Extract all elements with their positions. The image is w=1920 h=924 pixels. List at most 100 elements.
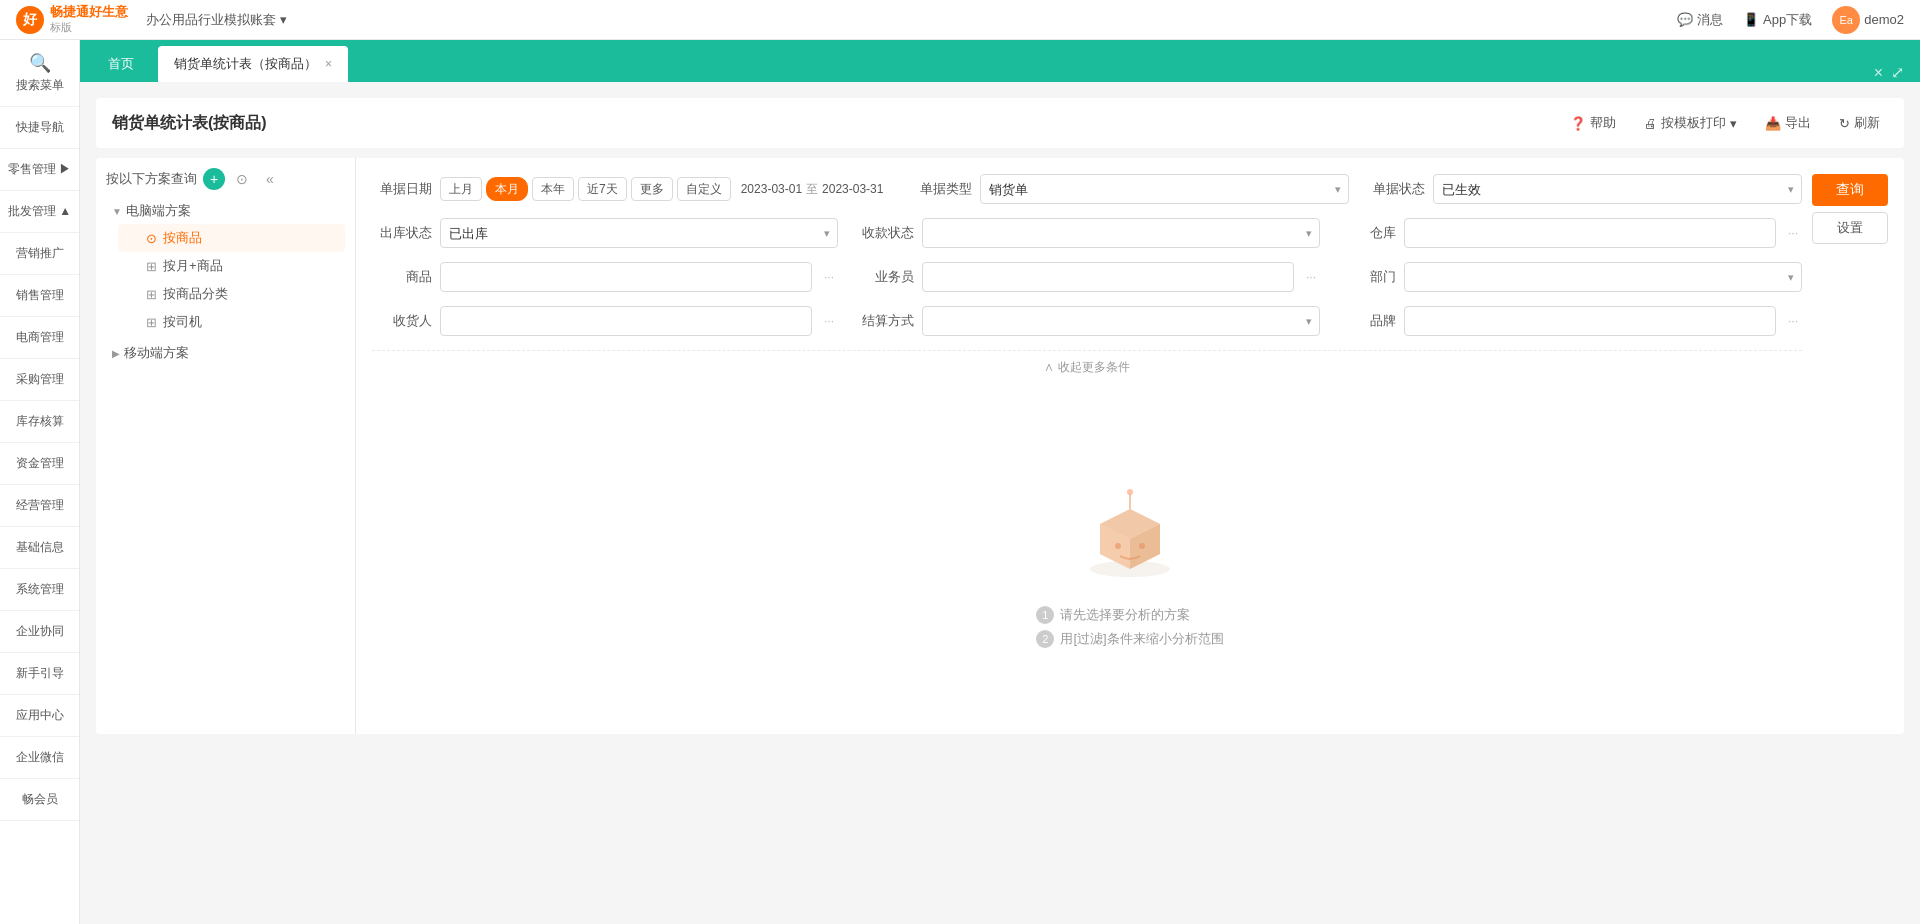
print-btn[interactable]: 🖨 按模板打印 ▾: [1636, 110, 1745, 136]
message-icon: 💬: [1677, 12, 1693, 27]
doctype-select-wrap: 销货单 ▾: [980, 174, 1349, 204]
sidebar-item-stock[interactable]: 库存核算: [0, 401, 79, 443]
scheme-header: 按以下方案查询 + ⊙ «: [106, 168, 345, 190]
scheme-group-desktop: ▼ 电脑端方案 ⊙ 按商品 ⊞: [106, 198, 345, 336]
receiver-input[interactable]: [440, 306, 812, 336]
date-btn-thisyear[interactable]: 本年: [532, 177, 574, 201]
tab-home[interactable]: 首页: [88, 46, 154, 82]
docstatus-label: 单据状态: [1365, 180, 1425, 198]
date-btn-7days[interactable]: 近7天: [578, 177, 627, 201]
sidebar-item-quick[interactable]: 快捷导航: [0, 107, 79, 149]
tab-home-label: 首页: [108, 55, 134, 73]
help-icon: ❓: [1570, 116, 1586, 131]
date-btn-custom[interactable]: 自定义: [677, 177, 731, 201]
message-btn[interactable]: 💬 消息: [1677, 11, 1723, 29]
sidebar-item-search[interactable]: 🔍 搜索菜单: [0, 40, 79, 107]
sidebar-item-ecom[interactable]: 电商管理: [0, 317, 79, 359]
goods-label: 商品: [372, 268, 432, 286]
tab-close-all-btn[interactable]: ×: [1874, 64, 1883, 82]
sidebar-item-sales[interactable]: 销售管理: [0, 275, 79, 317]
logo-text: 畅捷通好生意: [50, 4, 128, 20]
warehouse-label: 仓库: [1336, 224, 1396, 242]
filter-warehouse-field: 仓库 ···: [1336, 218, 1802, 248]
paymentstatus-select[interactable]: [922, 218, 1320, 248]
search-icon: 🔍: [4, 52, 75, 74]
sidebar-item-guide[interactable]: 新手引导: [0, 653, 79, 695]
industry-selector[interactable]: 办公用品行业模拟账套 ▾: [138, 7, 295, 33]
refresh-btn[interactable]: ↻ 刷新: [1831, 110, 1888, 136]
sidebar-item-system[interactable]: 系统管理: [0, 569, 79, 611]
date-label: 单据日期: [372, 180, 432, 198]
scheme-group-desktop-header[interactable]: ▼ 电脑端方案: [106, 198, 345, 224]
paymentstatus-select-wrap: ▾: [922, 218, 1320, 248]
filter-receiver-field: 收货人 ···: [372, 306, 838, 336]
scheme-collapse-btn[interactable]: «: [259, 168, 281, 190]
avatar: Ea: [1832, 6, 1860, 34]
paymentmethod-select[interactable]: [922, 306, 1320, 336]
page-actions: ❓ 帮助 🖨 按模板打印 ▾ 📥 导出 ↻: [1562, 110, 1888, 136]
sidebar-item-retail[interactable]: 零售管理 ▶: [0, 149, 79, 191]
sidebar-item-marketing[interactable]: 营销推广: [0, 233, 79, 275]
scheme-sub-desktop: ⊙ 按商品 ⊞ 按月+商品 ⊞ 按商品分类: [106, 224, 345, 336]
scheme-panel: 按以下方案查询 + ⊙ « ▼ 电脑端方案: [96, 158, 356, 734]
scheme-group-mobile-header[interactable]: ▶ 移动端方案: [106, 340, 345, 366]
brand-more-btn[interactable]: ···: [1784, 314, 1802, 328]
tab-bar: 首页 销货单统计表（按商品） × × ⤢: [80, 40, 1920, 82]
department-select[interactable]: [1404, 262, 1802, 292]
date-btn-lastmonth[interactable]: 上月: [440, 177, 482, 201]
sidebar-item-member[interactable]: 畅会员: [0, 779, 79, 821]
settings-btn[interactable]: 设置: [1812, 212, 1888, 244]
warehouse-input[interactable]: [1404, 218, 1776, 248]
svg-point-8: [1127, 489, 1133, 495]
user-label: demo2: [1864, 12, 1904, 27]
scheme-item-by-category[interactable]: ⊞ 按商品分类: [118, 280, 345, 308]
filter-row-3: 商品 ··· 业务员 ···: [372, 262, 1802, 292]
filter-row-4: 收货人 ··· 结算方式: [372, 306, 1802, 336]
date-btn-more[interactable]: 更多: [631, 177, 673, 201]
outstatus-select-wrap: 已出库 ▾: [440, 218, 838, 248]
scheme-edit-btn[interactable]: ⊙: [231, 168, 253, 190]
svg-point-6: [1139, 543, 1145, 549]
outstatus-select[interactable]: 已出库: [440, 218, 838, 248]
salesman-more-btn[interactable]: ···: [1302, 270, 1320, 284]
scheme-add-btn[interactable]: +: [203, 168, 225, 190]
empty-hint-1: 1 请先选择要分析的方案: [1036, 606, 1223, 624]
filter-department-field: 部门 ▾: [1336, 262, 1802, 292]
sidebar-item-wholesale[interactable]: 批发管理 ▲: [0, 191, 79, 233]
goods-more-btn[interactable]: ···: [820, 270, 838, 284]
sidebar-item-purchase[interactable]: 采购管理: [0, 359, 79, 401]
query-btn[interactable]: 查询: [1812, 174, 1888, 206]
scheme-item-by-goods[interactable]: ⊙ 按商品: [118, 224, 345, 252]
export-btn[interactable]: 📥 导出: [1757, 110, 1819, 136]
date-btn-thismonth[interactable]: 本月: [486, 177, 528, 201]
sidebar-item-apps[interactable]: 应用中心: [0, 695, 79, 737]
print-icon: 🖨: [1644, 116, 1657, 131]
tab-active[interactable]: 销货单统计表（按商品） ×: [158, 46, 348, 82]
help-btn[interactable]: ❓ 帮助: [1562, 110, 1624, 136]
receiver-more-btn[interactable]: ···: [820, 314, 838, 328]
sidebar-item-enterprise[interactable]: 企业协同: [0, 611, 79, 653]
user-profile[interactable]: Ea demo2: [1832, 6, 1904, 34]
doctype-label: 单据类型: [912, 180, 972, 198]
sidebar-item-basic[interactable]: 基础信息: [0, 527, 79, 569]
goods-input[interactable]: [440, 262, 812, 292]
scheme-item-by-driver[interactable]: ⊞ 按司机: [118, 308, 345, 336]
collapse-row[interactable]: ∧ 收起更多条件: [372, 350, 1802, 380]
sidebar-item-wechat[interactable]: 企业微信: [0, 737, 79, 779]
refresh-icon: ↻: [1839, 116, 1850, 131]
brand-input[interactable]: [1404, 306, 1776, 336]
sidebar-item-finance[interactable]: 资金管理: [0, 443, 79, 485]
main-panel: 按以下方案查询 + ⊙ « ▼ 电脑端方案: [96, 158, 1904, 734]
sidebar-item-operation[interactable]: 经营管理: [0, 485, 79, 527]
doctype-select[interactable]: 销货单: [980, 174, 1349, 204]
salesman-input[interactable]: [922, 262, 1294, 292]
scheme-group-mobile: ▶ 移动端方案: [106, 340, 345, 366]
docstatus-select[interactable]: 已生效: [1433, 174, 1802, 204]
paymentmethod-label: 结算方式: [854, 312, 914, 330]
app-download-btn[interactable]: 📱 App下载: [1743, 11, 1812, 29]
scheme-item-by-month-goods[interactable]: ⊞ 按月+商品: [118, 252, 345, 280]
tab-expand-btn[interactable]: ⤢: [1891, 63, 1904, 82]
tab-close-btn[interactable]: ×: [325, 57, 332, 71]
warehouse-more-btn[interactable]: ···: [1784, 226, 1802, 240]
empty-hints: 1 请先选择要分析的方案 2 用[过滤]条件来缩小分析范围: [1036, 606, 1223, 654]
